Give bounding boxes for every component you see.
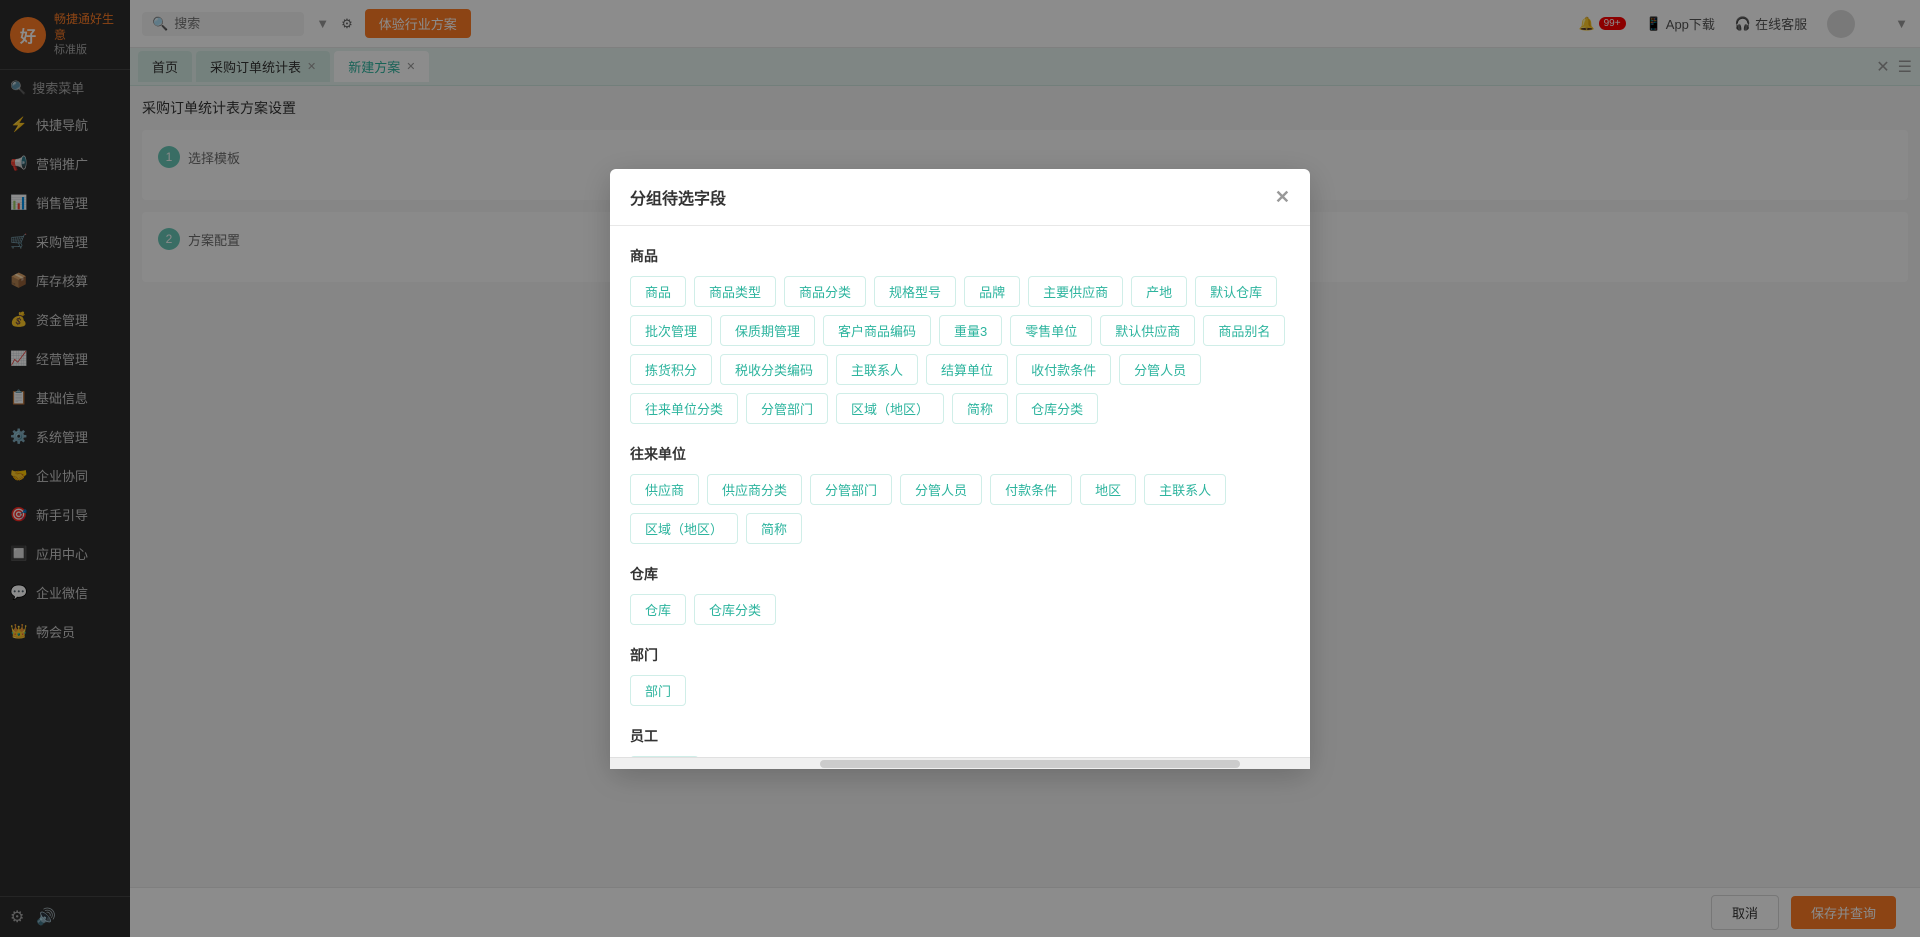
scrollbar-thumb-h bbox=[820, 760, 1240, 768]
field-chip-商品别名[interactable]: 商品别名 bbox=[1203, 315, 1285, 346]
section-warehouse: 仓库仓库仓库分类 bbox=[630, 564, 1290, 625]
field-chip-简称[interactable]: 简称 bbox=[746, 513, 802, 544]
field-chip-主联系人[interactable]: 主联系人 bbox=[836, 354, 918, 385]
field-chip-品牌[interactable]: 品牌 bbox=[964, 276, 1020, 307]
field-chip-零售单位[interactable]: 零售单位 bbox=[1010, 315, 1092, 346]
field-chip-分管人员[interactable]: 分管人员 bbox=[1119, 354, 1201, 385]
field-chip-税收分类编码[interactable]: 税收分类编码 bbox=[720, 354, 828, 385]
field-chip-保质期管理[interactable]: 保质期管理 bbox=[720, 315, 815, 346]
modal-header: 分组待选字段 ✕ bbox=[610, 169, 1310, 226]
field-chip-收付款条件[interactable]: 收付款条件 bbox=[1016, 354, 1111, 385]
modal-close-btn[interactable]: ✕ bbox=[1275, 188, 1290, 206]
modal-scrollbar-h[interactable] bbox=[610, 757, 1310, 769]
field-chip-结算单位[interactable]: 结算单位 bbox=[926, 354, 1008, 385]
field-chip-区域（地区）[interactable]: 区域（地区） bbox=[836, 393, 944, 424]
field-grid-partner: 供应商供应商分类分管部门分管人员付款条件地区主联系人区域（地区） 简称 bbox=[630, 474, 1290, 544]
field-chip-产地[interactable]: 产地 bbox=[1131, 276, 1187, 307]
field-chip-仓库分类[interactable]: 仓库分类 bbox=[1016, 393, 1098, 424]
section-department: 部门部门 bbox=[630, 645, 1290, 706]
field-chip-付款条件[interactable]: 付款条件 bbox=[990, 474, 1072, 505]
modal-title: 分组待选字段 bbox=[630, 185, 726, 209]
field-chip-仓库分类[interactable]: 仓库分类 bbox=[694, 594, 776, 625]
section-employee: 员工业务员 bbox=[630, 726, 1290, 757]
field-chip-供应商[interactable]: 供应商 bbox=[630, 474, 699, 505]
section-partner: 往来单位供应商供应商分类分管部门分管人员付款条件地区主联系人区域（地区） 简称 bbox=[630, 444, 1290, 544]
section-product: 商品商品商品类型商品分类规格型号品牌主要供应商产地默认仓库批次管理保质期管理客户… bbox=[630, 246, 1290, 424]
field-chip-区域（地区）[interactable]: 区域（地区） bbox=[630, 513, 738, 544]
field-chip-主联系人[interactable]: 主联系人 bbox=[1144, 474, 1226, 505]
field-chip-拣货积分[interactable]: 拣货积分 bbox=[630, 354, 712, 385]
field-chip-分管部门[interactable]: 分管部门 bbox=[810, 474, 892, 505]
field-chip-客户商品编码[interactable]: 客户商品编码 bbox=[823, 315, 931, 346]
field-grid-department: 部门 bbox=[630, 675, 1290, 706]
field-chip-批次管理[interactable]: 批次管理 bbox=[630, 315, 712, 346]
section-title-employee: 员工 bbox=[630, 726, 1290, 746]
field-chip-商品类型[interactable]: 商品类型 bbox=[694, 276, 776, 307]
section-title-department: 部门 bbox=[630, 645, 1290, 665]
section-title-partner: 往来单位 bbox=[630, 444, 1290, 464]
field-grid-product: 商品商品类型商品分类规格型号品牌主要供应商产地默认仓库批次管理保质期管理客户商品… bbox=[630, 276, 1290, 424]
field-chip-默认供应商[interactable]: 默认供应商 bbox=[1100, 315, 1195, 346]
field-chip-主要供应商[interactable]: 主要供应商 bbox=[1028, 276, 1123, 307]
field-chip-分管部门[interactable]: 分管部门 bbox=[746, 393, 828, 424]
field-chip-规格型号[interactable]: 规格型号 bbox=[874, 276, 956, 307]
field-chip-仓库[interactable]: 仓库 bbox=[630, 594, 686, 625]
field-chip-重量3[interactable]: 重量3 bbox=[939, 315, 1002, 346]
section-title-product: 商品 bbox=[630, 246, 1290, 266]
field-chip-地区[interactable]: 地区 bbox=[1080, 474, 1136, 505]
field-chip-供应商分类[interactable]: 供应商分类 bbox=[707, 474, 802, 505]
field-chip-简称[interactable]: 简称 bbox=[952, 393, 1008, 424]
section-title-warehouse: 仓库 bbox=[630, 564, 1290, 584]
field-chip-往来单位分类[interactable]: 往来单位分类 bbox=[630, 393, 738, 424]
field-grid-warehouse: 仓库仓库分类 bbox=[630, 594, 1290, 625]
field-chip-部门[interactable]: 部门 bbox=[630, 675, 686, 706]
modal-body: 商品商品商品类型商品分类规格型号品牌主要供应商产地默认仓库批次管理保质期管理客户… bbox=[610, 226, 1310, 757]
field-chip-商品[interactable]: 商品 bbox=[630, 276, 686, 307]
field-chip-商品分类[interactable]: 商品分类 bbox=[784, 276, 866, 307]
modal: 分组待选字段 ✕ 商品商品商品类型商品分类规格型号品牌主要供应商产地默认仓库批次… bbox=[610, 169, 1310, 769]
field-chip-分管人员[interactable]: 分管人员 bbox=[900, 474, 982, 505]
field-chip-默认仓库[interactable]: 默认仓库 bbox=[1195, 276, 1277, 307]
